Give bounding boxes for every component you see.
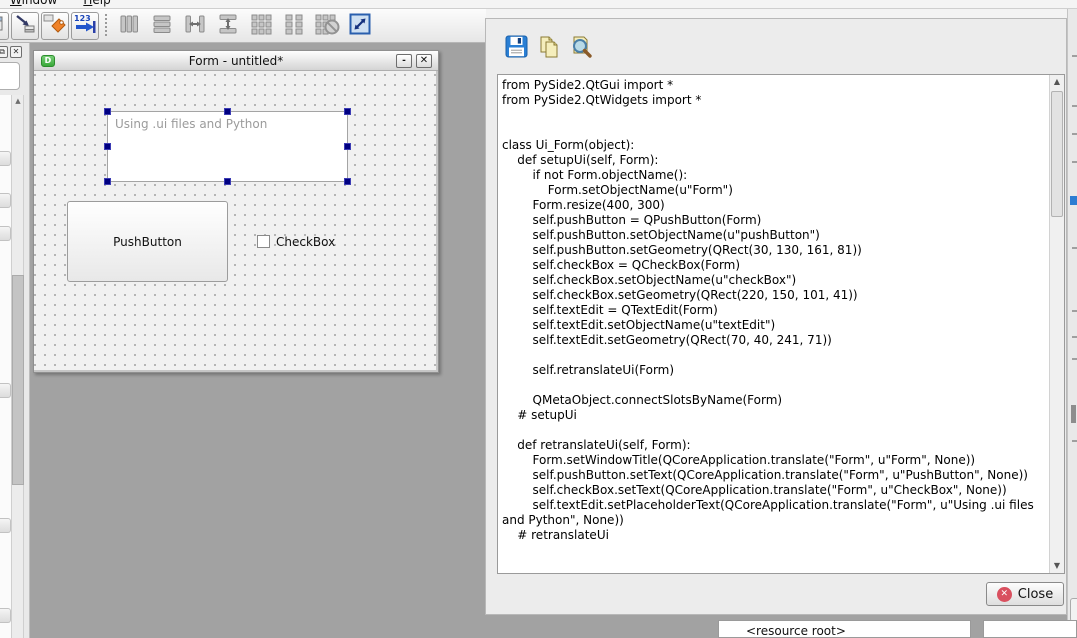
find-button[interactable] [570,35,594,61]
widget-box-list[interactable] [0,95,11,638]
code-preview-dialog: from PySide2.QtGui import * from PySide2… [485,18,1067,615]
textedit-widget[interactable]: Using .ui files and Python [107,111,348,182]
break-layout-icon [314,12,340,39]
edit-tab-order-button[interactable]: 123 [71,12,99,40]
menu-window[interactable]: Window [10,0,57,7]
lay-out-horizontally-in-splitter-button[interactable] [183,14,207,38]
code-vertical-scrollbar[interactable]: ▲ ▼ [1049,75,1064,573]
scroll-up-icon[interactable]: ▲ [1050,75,1064,89]
scrollbar-thumb[interactable] [12,275,24,485]
selection-handle-nw[interactable] [104,108,111,115]
clipped-text-fragment [1072,336,1077,338]
selection-handle-s[interactable] [224,178,231,185]
clipped-text-fragment [1072,105,1077,107]
textedit-placeholder: Using .ui files and Python [115,117,267,131]
edit-signals-slots-button[interactable] [11,12,39,40]
edit-signals-slots-icon [14,13,36,38]
form-minimize-button[interactable]: - [396,54,412,68]
layout-form-icon [282,12,306,39]
save-button[interactable] [504,35,528,61]
menu-bar: Window Help [0,0,1077,9]
layout-horizontal-icon [117,12,141,39]
dock-close-button[interactable]: ✕ [10,46,22,58]
clipped-text-fragment [1072,161,1077,163]
form-window-titlebar[interactable]: D Form - untitled* - ✕ [34,51,438,71]
clipped-text-fragment [1072,133,1077,135]
lay-out-vertically-button[interactable] [150,14,174,38]
generated-code-editor[interactable]: from PySide2.QtGui import * from PySide2… [497,74,1065,574]
widget-category-item[interactable] [0,608,11,623]
selection-handle-se[interactable] [344,178,351,185]
break-layout-button[interactable] [315,14,339,38]
layout-vertical-icon [150,12,174,39]
clipped-scrollbar-fragment [1071,405,1076,423]
code-dialog-toolbar [504,35,594,61]
clipped-text-fragment [1072,310,1077,312]
lay-out-in-a-grid-button[interactable] [249,14,273,38]
edit-widgets-icon [0,14,5,37]
form-close-button[interactable]: ✕ [416,54,432,68]
lay-out-in-a-form-layout-button[interactable] [282,14,306,38]
menu-help[interactable]: Help [83,0,110,7]
form-window-title: Form - untitled* [34,54,438,68]
widget-box-panel: ⧉ ✕ ▲ [0,43,30,638]
widget-box-scrollbar[interactable]: ▲ [11,95,24,638]
clipped-text-fragment [1072,358,1077,360]
clipped-selection-highlight [1070,196,1077,205]
widget-filter-input[interactable] [0,62,20,90]
widget-category-item[interactable] [0,383,11,398]
layout-vertical-splitter-icon [216,12,240,39]
scroll-up-icon[interactable]: ▲ [13,97,23,105]
property-editor-edge [1067,9,1077,638]
selection-handle-ne[interactable] [344,108,351,115]
layout-horizontal-splitter-icon [183,12,207,39]
widget-category-item[interactable] [0,226,11,241]
adjust-size-button[interactable] [348,14,372,38]
resource-root-item[interactable]: <resource root> [746,624,846,638]
lay-out-horizontally-button[interactable] [117,14,141,38]
lay-out-vertically-in-splitter-button[interactable] [216,14,240,38]
main-toolbar: 123 [0,9,486,43]
pushbutton-widget[interactable]: PushButton [67,201,228,282]
selection-handle-sw[interactable] [104,178,111,185]
selection-handle-n[interactable] [224,108,231,115]
scroll-down-icon[interactable]: ▼ [1050,559,1064,573]
qt-designer-screen: Window Help 123 [0,0,1077,638]
layout-grid-icon [249,12,273,39]
edit-buddies-icon [43,12,67,39]
widget-category-item[interactable] [0,518,11,533]
clipped-text-fragment [1072,440,1077,442]
designer-window-icon: D [41,55,55,67]
copy-icon [537,35,561,62]
widget-category-item[interactable] [0,193,11,208]
resource-preview-panel [983,620,1077,638]
tab-order-123-label: 123 [74,14,91,23]
scrollbar-thumb[interactable] [1051,91,1063,217]
copy-button[interactable] [537,35,561,61]
close-button-label: Close [1018,587,1053,602]
adjust-size-icon [348,12,372,39]
close-circle-icon: ✕ [997,587,1012,602]
clipped-text-fragment [1072,247,1077,249]
widget-category-item[interactable] [0,151,11,166]
form-canvas[interactable]: Using .ui files and Python PushButton Ch… [34,71,438,372]
selection-handle-w[interactable] [104,143,111,150]
edit-buddies-button[interactable] [41,12,69,40]
form-editor-window: D Form - untitled* - ✕ Using .ui files a… [33,50,439,373]
clipped-control-fragment [1070,598,1077,622]
dock-float-button[interactable]: ⧉ [0,46,8,58]
resource-browser-panel: <resource root> [718,620,971,638]
save-icon [505,35,528,61]
close-button[interactable]: ✕ Close [986,582,1064,606]
clipped-text-fragment [1072,55,1077,57]
pushbutton-label: PushButton [113,235,182,249]
find-icon [570,35,594,62]
edit-widgets-button[interactable] [0,12,9,40]
python-code-text[interactable]: from PySide2.QtGui import * from PySide2… [498,75,1050,573]
checkbox-box-icon [257,235,270,248]
checkbox-label: CheckBox [276,235,335,249]
toolbar-separator [104,14,108,38]
checkbox-widget[interactable]: CheckBox [257,221,358,262]
selection-handle-e[interactable] [344,143,351,150]
